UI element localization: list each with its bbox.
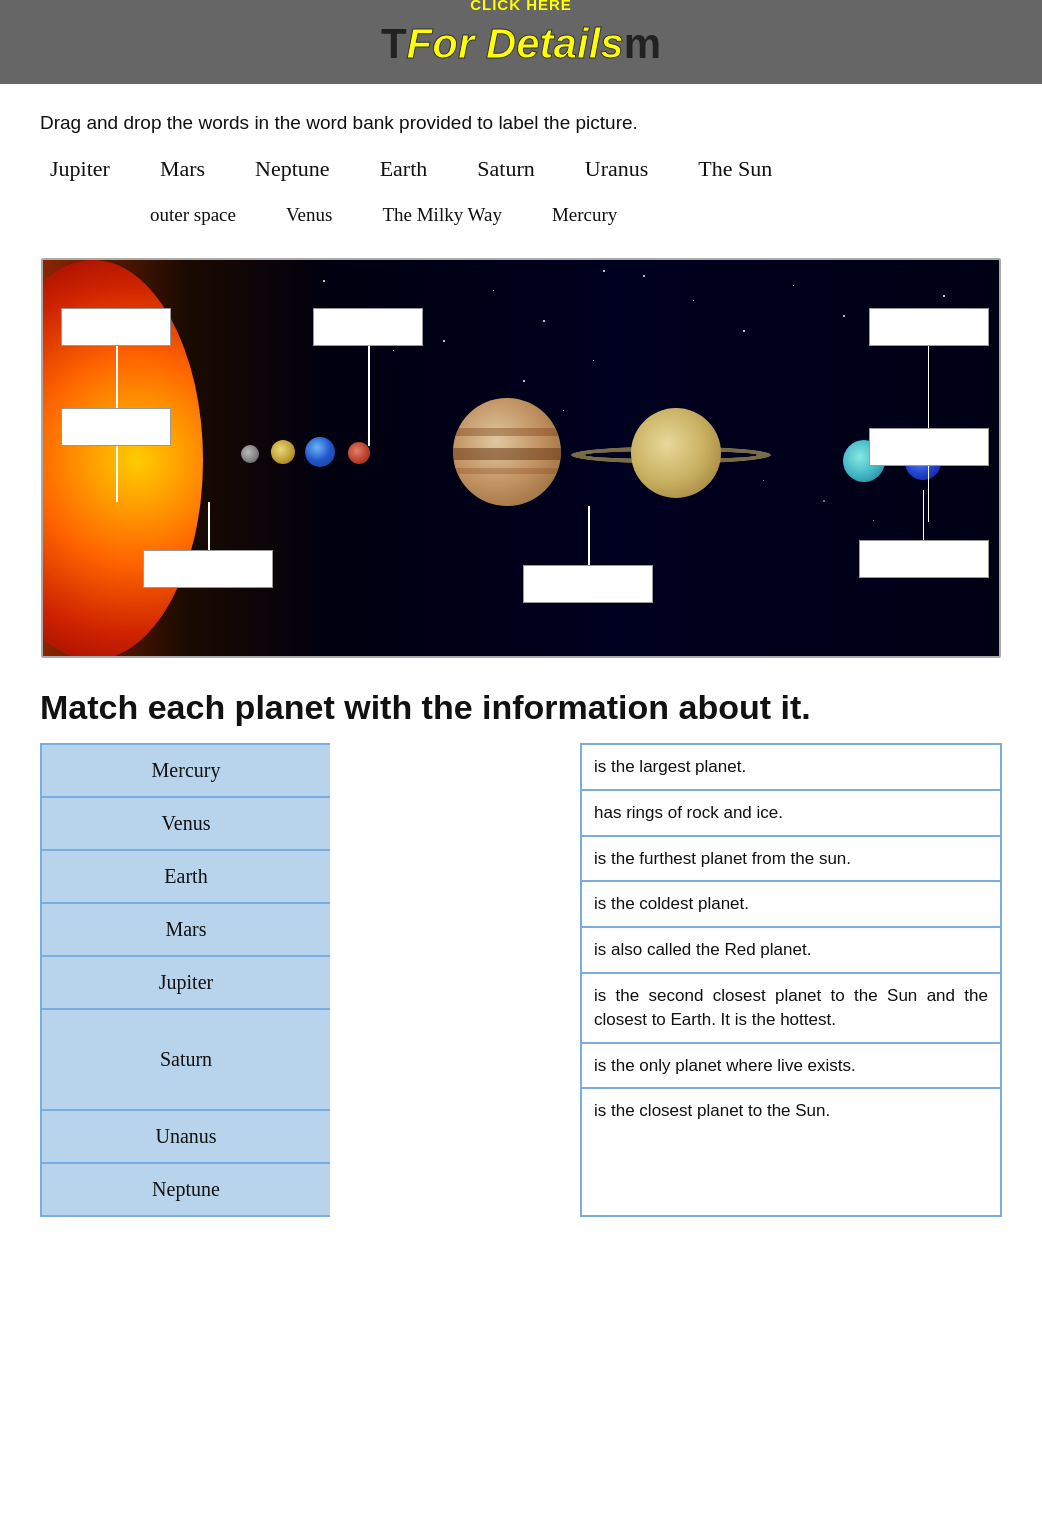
planet-cell-mercury[interactable]: Mercury: [42, 745, 330, 798]
venus-planet: [271, 440, 295, 464]
label-box-bottom-right[interactable]: [859, 540, 989, 578]
planet-cell-earth[interactable]: Earth: [42, 851, 330, 904]
line-bottom-right: [923, 490, 925, 540]
info-cell-5: is also called the Red planet.: [582, 928, 1000, 974]
line-top-center: [368, 346, 370, 446]
earth-planet: [305, 437, 335, 467]
label-box-top-right-1[interactable]: [869, 308, 989, 346]
jupiter-planet: [453, 398, 561, 506]
info-cell-8: is the closest planet to the Sun.: [582, 1089, 1000, 1133]
word-uranus[interactable]: Uranus: [585, 156, 649, 182]
info-cell-6: is the second closest planet to the Sun …: [582, 974, 1000, 1044]
label-box-top-right-2[interactable]: [869, 428, 989, 466]
saturn-planet: [601, 408, 691, 498]
mercury-planet: [241, 445, 259, 463]
label-box-jupiter[interactable]: [61, 308, 171, 346]
word-earth[interactable]: Earth: [380, 156, 428, 182]
info-cell-2: has rings of rock and ice.: [582, 791, 1000, 837]
word-bank-row1: Jupiter Mars Neptune Earth Saturn Uranus…: [40, 156, 1002, 192]
main-content: Drag and drop the words in the word bank…: [0, 84, 1042, 1247]
planet-cell-neptune[interactable]: Neptune: [42, 1164, 330, 1215]
line-top-right-2: [928, 466, 930, 522]
planet-cell-uranus[interactable]: Unanus: [42, 1111, 330, 1164]
header: CLICK HERE TFor Detailsm: [0, 0, 1042, 84]
planet-cell-jupiter[interactable]: Jupiter: [42, 957, 330, 1010]
planet-cell-venus[interactable]: Venus: [42, 798, 330, 851]
word-outer-space[interactable]: outer space: [150, 204, 236, 226]
spacer: [330, 743, 580, 1217]
info-column: is the largest planet. has rings of rock…: [580, 743, 1002, 1217]
word-saturn[interactable]: Saturn: [477, 156, 534, 182]
word-venus[interactable]: Venus: [286, 204, 332, 226]
info-cell-1: is the largest planet.: [582, 745, 1000, 791]
line-bottom-center: [588, 506, 590, 565]
info-cell-4: is the coldest planet.: [582, 882, 1000, 928]
info-cell-3: is the furthest planet from the sun.: [582, 837, 1000, 883]
planet-cell-mars[interactable]: Mars: [42, 904, 330, 957]
match-section-title: Match each planet with the information a…: [40, 688, 1002, 727]
word-mars[interactable]: Mars: [160, 156, 205, 182]
label-box-bottom-left[interactable]: [143, 550, 273, 588]
word-the-sun[interactable]: The Sun: [698, 156, 772, 182]
planets-column: Mercury Venus Earth Mars Jupiter Saturn …: [40, 743, 330, 1217]
word-mercury[interactable]: Mercury: [552, 204, 617, 226]
mars-planet: [348, 442, 370, 464]
match-container: Mercury Venus Earth Mars Jupiter Saturn …: [40, 743, 1002, 1217]
label-box-bottom-center[interactable]: [523, 565, 653, 603]
info-cell-7: is the only planet where live exists.: [582, 1044, 1000, 1090]
word-bank-row2: outer space Venus The Milky Way Mercury: [40, 204, 1002, 236]
solar-system-image: [41, 258, 1001, 658]
word-jupiter[interactable]: Jupiter: [50, 156, 110, 182]
planet-cell-saturn[interactable]: Saturn: [42, 1010, 330, 1111]
line-bottom-left: [208, 502, 210, 550]
instructions-text: Drag and drop the words in the word bank…: [40, 112, 1002, 134]
word-milky-way[interactable]: The Milky Way: [382, 204, 502, 226]
label-box-2[interactable]: [61, 408, 171, 446]
word-neptune[interactable]: Neptune: [255, 156, 330, 182]
line-2: [116, 446, 118, 502]
label-box-top-center[interactable]: [313, 308, 423, 346]
